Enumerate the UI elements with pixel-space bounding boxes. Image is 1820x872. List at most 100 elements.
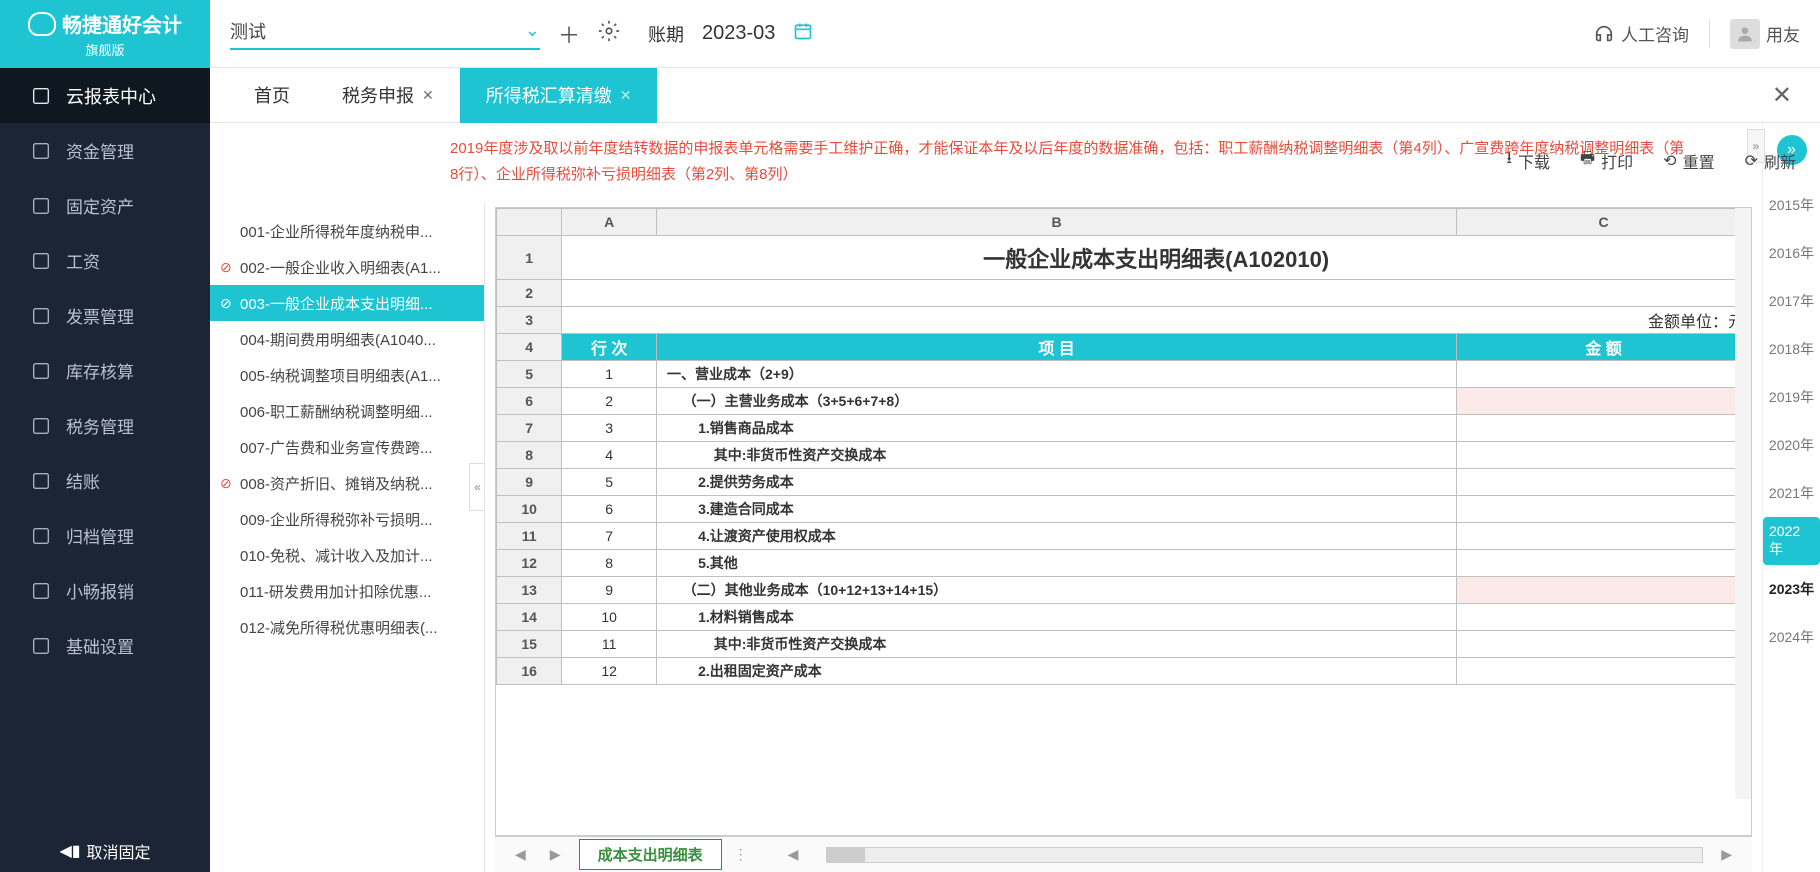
hscroll-right[interactable]: ▶ bbox=[1715, 846, 1738, 863]
amount-cell[interactable] bbox=[1457, 631, 1751, 658]
amount-cell[interactable] bbox=[1457, 361, 1751, 388]
item-cell[interactable]: 1.销售商品成本 bbox=[657, 415, 1457, 442]
seq-cell[interactable]: 8 bbox=[562, 550, 657, 577]
reset-button[interactable]: ⟲重置 bbox=[1663, 147, 1714, 174]
amount-cell[interactable] bbox=[1457, 604, 1751, 631]
item-cell[interactable]: 3.建造合同成本 bbox=[657, 496, 1457, 523]
year-item-2023年[interactable]: 2023年 bbox=[1769, 565, 1814, 613]
amount-cell[interactable] bbox=[1457, 658, 1751, 685]
unpin-button[interactable]: ◀▮ 取消固定 bbox=[0, 830, 210, 872]
seq-cell[interactable]: 1 bbox=[562, 361, 657, 388]
sidebar-item-9[interactable]: 小畅报销 bbox=[0, 563, 210, 618]
sidebar-item-3[interactable]: 工资 bbox=[0, 233, 210, 288]
row-header[interactable]: 11 bbox=[497, 523, 562, 550]
add-button[interactable]: ＋ bbox=[558, 18, 580, 50]
report-nav-item-7[interactable]: ⊘008-资产折旧、摊销及纳税... bbox=[210, 465, 484, 501]
next-sheet-button[interactable]: ▶ bbox=[544, 846, 567, 863]
report-nav-item-11[interactable]: 012-减免所得税优惠明细表(... bbox=[210, 609, 484, 645]
amount-cell[interactable] bbox=[1457, 523, 1751, 550]
row-header[interactable]: 10 bbox=[497, 496, 562, 523]
row-header[interactable]: 3 bbox=[497, 307, 562, 334]
row-header[interactable]: 7 bbox=[497, 415, 562, 442]
row-header[interactable]: 9 bbox=[497, 469, 562, 496]
item-cell[interactable]: 4.让渡资产使用权成本 bbox=[657, 523, 1457, 550]
vertical-scrollbar[interactable] bbox=[1735, 208, 1751, 799]
sidebar-item-4[interactable]: 发票管理 bbox=[0, 288, 210, 343]
refresh-button[interactable]: ⟳刷新 bbox=[1745, 147, 1796, 174]
sidebar-item-10[interactable]: 基础设置 bbox=[0, 618, 210, 673]
sidebar-item-1[interactable]: 资金管理 bbox=[0, 123, 210, 178]
seq-cell[interactable]: 6 bbox=[562, 496, 657, 523]
seq-cell[interactable]: 10 bbox=[562, 604, 657, 631]
year-item-2021年[interactable]: 2021年 bbox=[1769, 469, 1814, 517]
report-nav-item-8[interactable]: 009-企业所得税弥补亏损明... bbox=[210, 501, 484, 537]
year-item-2019年[interactable]: 2019年 bbox=[1769, 373, 1814, 421]
close-all-tabs[interactable]: ✕ bbox=[1762, 81, 1802, 110]
tab-2[interactable]: 所得税汇算清缴✕ bbox=[460, 68, 658, 123]
row-header[interactable]: 15 bbox=[497, 631, 562, 658]
amount-cell[interactable] bbox=[1457, 388, 1751, 415]
collapse-nav-button[interactable]: « bbox=[469, 463, 485, 511]
row-header[interactable]: 13 bbox=[497, 577, 562, 604]
period-value[interactable]: 2023-03 bbox=[702, 22, 775, 45]
item-cell[interactable]: 5.其他 bbox=[657, 550, 1457, 577]
sidebar-item-0[interactable]: 云报表中心 bbox=[0, 68, 210, 123]
item-cell[interactable]: 1.材料销售成本 bbox=[657, 604, 1457, 631]
consult-button[interactable]: 人工咨询 bbox=[1593, 21, 1689, 46]
report-nav-item-2[interactable]: ⊘003-一般企业成本支出明细... bbox=[210, 285, 484, 321]
amount-cell[interactable] bbox=[1457, 496, 1751, 523]
sidebar-item-6[interactable]: 税务管理 bbox=[0, 398, 210, 453]
amount-cell[interactable] bbox=[1457, 415, 1751, 442]
item-cell[interactable]: 一、营业成本（2+9） bbox=[657, 361, 1457, 388]
download-button[interactable]: ⭳下载 bbox=[1506, 147, 1550, 174]
report-nav-item-5[interactable]: 006-职工薪酬纳税调整明细... bbox=[210, 393, 484, 429]
sheet-menu-icon[interactable]: ⋮ bbox=[734, 846, 750, 863]
col-header-A[interactable]: A bbox=[562, 209, 657, 236]
amount-cell[interactable] bbox=[1457, 550, 1751, 577]
row-header[interactable]: 5 bbox=[497, 361, 562, 388]
sidebar-item-8[interactable]: 归档管理 bbox=[0, 508, 210, 563]
seq-cell[interactable]: 9 bbox=[562, 577, 657, 604]
tab-0[interactable]: 首页 bbox=[228, 68, 316, 123]
row-header[interactable]: 1 bbox=[497, 236, 562, 280]
row-header[interactable]: 4 bbox=[497, 334, 562, 361]
year-item-2022年[interactable]: 2022年 bbox=[1763, 517, 1820, 565]
year-item-2016年[interactable]: 2016年 bbox=[1769, 229, 1814, 277]
year-item-2015年[interactable]: 2015年 bbox=[1769, 181, 1814, 229]
settings-button[interactable] bbox=[598, 20, 620, 48]
year-item-2020年[interactable]: 2020年 bbox=[1769, 421, 1814, 469]
sheet-tab[interactable]: 成本支出明细表 bbox=[579, 839, 722, 870]
item-cell[interactable]: 其中:非货币性资产交换成本 bbox=[657, 442, 1457, 469]
seq-cell[interactable]: 12 bbox=[562, 658, 657, 685]
seq-cell[interactable]: 7 bbox=[562, 523, 657, 550]
report-nav-item-3[interactable]: 004-期间费用明细表(A1040... bbox=[210, 321, 484, 357]
item-cell[interactable]: 2.提供劳务成本 bbox=[657, 469, 1457, 496]
calendar-icon[interactable] bbox=[793, 21, 813, 47]
company-selector[interactable]: 测试 ⌄ bbox=[230, 18, 540, 50]
year-item-2017年[interactable]: 2017年 bbox=[1769, 277, 1814, 325]
hscroll-left[interactable]: ◀ bbox=[782, 846, 805, 863]
seq-cell[interactable]: 11 bbox=[562, 631, 657, 658]
prev-sheet-button[interactable]: ◀ bbox=[509, 846, 532, 863]
horizontal-scrollbar[interactable] bbox=[826, 847, 1703, 863]
row-header[interactable]: 2 bbox=[497, 280, 562, 307]
seq-cell[interactable]: 5 bbox=[562, 469, 657, 496]
seq-cell[interactable]: 4 bbox=[562, 442, 657, 469]
item-cell[interactable]: （一）主营业务成本（3+5+6+7+8） bbox=[657, 388, 1457, 415]
report-nav-item-0[interactable]: 001-企业所得税年度纳税申... bbox=[210, 213, 484, 249]
amount-cell[interactable] bbox=[1457, 469, 1751, 496]
col-header-C[interactable]: C bbox=[1457, 209, 1751, 236]
report-nav-item-10[interactable]: 011-研发费用加计扣除优惠... bbox=[210, 573, 484, 609]
item-cell[interactable]: （二）其他业务成本（10+12+13+14+15） bbox=[657, 577, 1457, 604]
report-nav-item-6[interactable]: 007-广告费和业务宣传费跨... bbox=[210, 429, 484, 465]
row-header[interactable]: 6 bbox=[497, 388, 562, 415]
corner-cell[interactable] bbox=[497, 209, 562, 236]
row-header[interactable]: 8 bbox=[497, 442, 562, 469]
tab-1[interactable]: 税务申报✕ bbox=[316, 68, 460, 123]
user-menu[interactable]: 用友 bbox=[1730, 19, 1800, 49]
report-nav-item-1[interactable]: ⊘002-一般企业收入明细表(A1... bbox=[210, 249, 484, 285]
seq-cell[interactable]: 2 bbox=[562, 388, 657, 415]
seq-cell[interactable]: 3 bbox=[562, 415, 657, 442]
row-header[interactable]: 14 bbox=[497, 604, 562, 631]
row-header[interactable]: 16 bbox=[497, 658, 562, 685]
